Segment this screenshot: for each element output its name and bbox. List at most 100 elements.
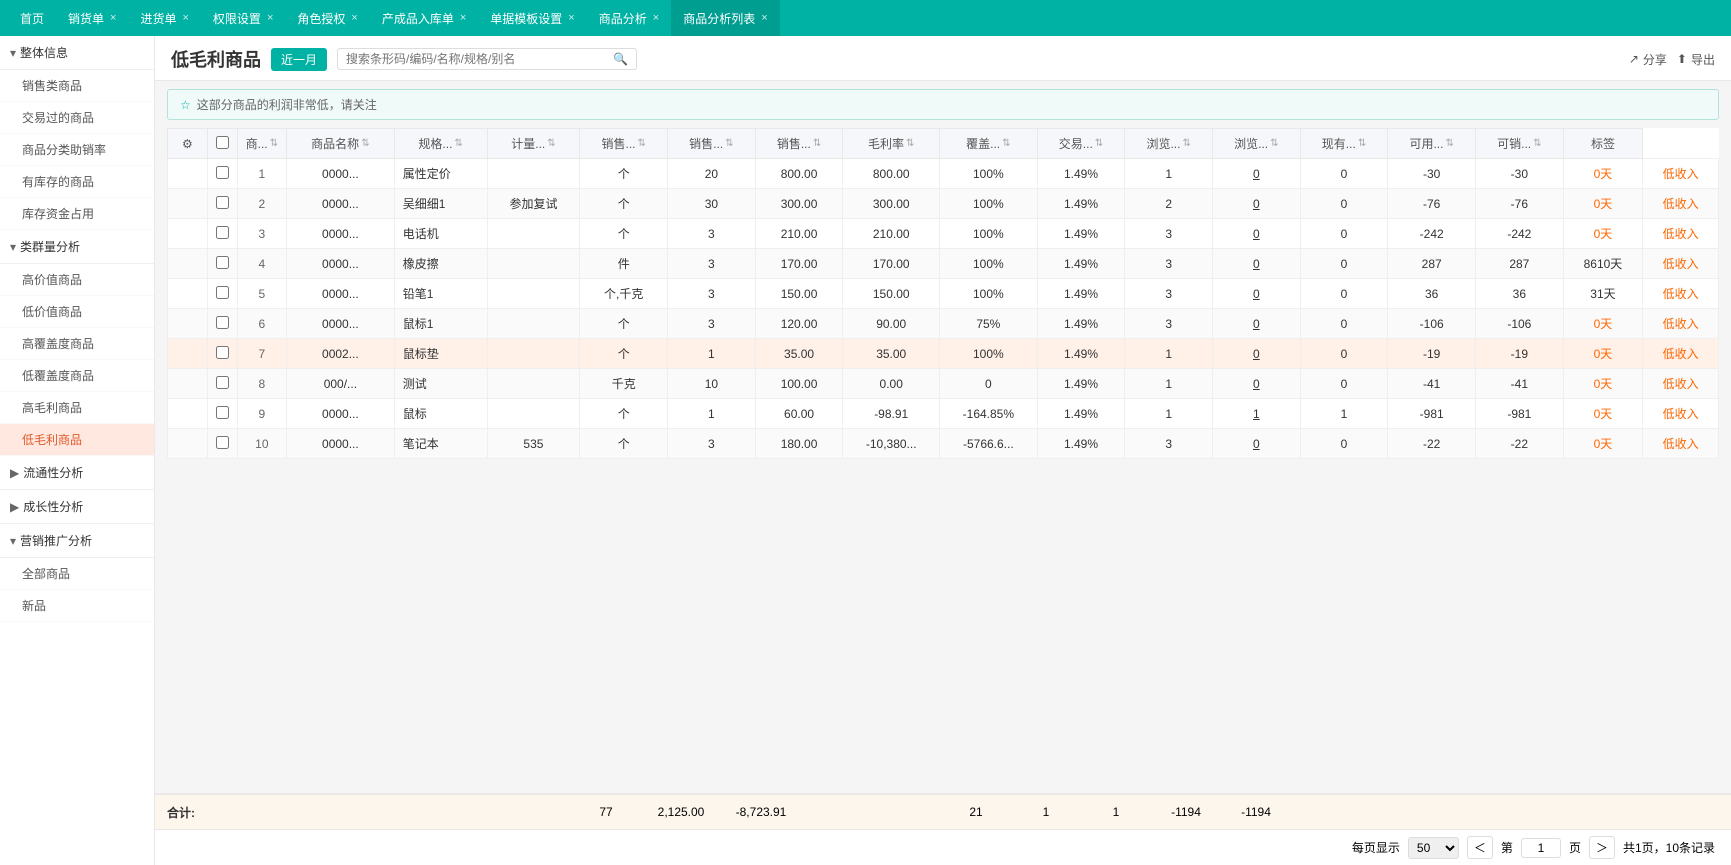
row-tag-0: 低收入 — [1643, 159, 1719, 189]
sidebar-group-overall[interactable]: ▾ 整体信息 — [0, 36, 154, 70]
row-checkbox-0[interactable] — [207, 159, 237, 189]
row-browse1-4[interactable]: 0 — [1213, 279, 1301, 309]
sidebar-item-traded-products[interactable]: 交易过的商品 — [0, 102, 154, 134]
search-icon[interactable]: 🔍 — [613, 52, 628, 66]
row-name-5[interactable]: 鼠标1 — [394, 309, 487, 339]
row-checkbox-2[interactable] — [207, 219, 237, 249]
sidebar-item-high-coverage[interactable]: 高覆盖度商品 — [0, 328, 154, 360]
sidebar-item-low-value[interactable]: 低价值商品 — [0, 296, 154, 328]
row-checkbox-8[interactable] — [207, 399, 237, 429]
nav-home[interactable]: 首页 — [8, 0, 56, 36]
th-tag[interactable]: 标签 — [1563, 129, 1643, 159]
row-name-9[interactable]: 笔记本 — [394, 429, 487, 459]
th-browse1[interactable]: 浏览...⇅ — [1125, 129, 1213, 159]
row-browse1-9[interactable]: 0 — [1213, 429, 1301, 459]
th-settings[interactable]: ⚙ — [168, 129, 208, 159]
row-name-0[interactable]: 属性定价 — [394, 159, 487, 189]
page-size-select[interactable]: 50 100 200 — [1408, 837, 1459, 859]
close-product-analysis-list[interactable]: × — [761, 12, 767, 24]
nav-sales-order[interactable]: 销货单 × — [56, 0, 128, 36]
close-product-analysis[interactable]: × — [653, 12, 659, 24]
row-checkbox-4[interactable] — [207, 279, 237, 309]
row-browse1-0[interactable]: 0 — [1213, 159, 1301, 189]
sidebar-item-low-margin[interactable]: 低毛利商品 — [0, 424, 154, 456]
row-browse1-3[interactable]: 0 — [1213, 249, 1301, 279]
nav-product-entry[interactable]: 产成品入库单 × — [370, 0, 478, 36]
th-checkbox[interactable] — [207, 129, 237, 159]
th-sales-qty[interactable]: 销售...⇅ — [580, 129, 668, 159]
th-current-stock[interactable]: 现有...⇅ — [1300, 129, 1388, 159]
sidebar-group-marketing[interactable]: ▾ 营销推广分析 — [0, 524, 154, 558]
row-browse1-6[interactable]: 0 — [1213, 339, 1301, 369]
close-template-settings[interactable]: × — [568, 12, 574, 24]
th-sales-price[interactable]: 销售...⇅ — [668, 129, 756, 159]
nav-product-analysis-list[interactable]: 商品分析列表 × — [671, 0, 779, 36]
th-spec[interactable]: 规格...⇅ — [394, 129, 487, 159]
sidebar-group-growth[interactable]: ▶ 成长性分析 — [0, 490, 154, 524]
th-name[interactable]: 商品名称⇅ — [287, 129, 395, 159]
search-input[interactable] — [346, 52, 613, 66]
row-checkbox-3[interactable] — [207, 249, 237, 279]
row-name-3[interactable]: 橡皮擦 — [394, 249, 487, 279]
th-transaction[interactable]: 交易...⇅ — [1037, 129, 1125, 159]
close-purchase-order[interactable]: × — [182, 12, 188, 24]
row-checkbox-9[interactable] — [207, 429, 237, 459]
row-sales-qty-9: 3 — [668, 429, 756, 459]
th-gross-margin[interactable]: 毛利率⇅ — [843, 129, 940, 159]
th-unit[interactable]: 计量...⇅ — [487, 129, 580, 159]
footer-browse2: 1 — [1081, 805, 1151, 819]
select-all-checkbox[interactable] — [216, 136, 229, 149]
sidebar-group-cluster[interactable]: ▾ 类群量分析 — [0, 230, 154, 264]
row-browse1-7[interactable]: 0 — [1213, 369, 1301, 399]
th-sellable[interactable]: 可销...⇅ — [1476, 129, 1564, 159]
row-checkbox-1[interactable] — [207, 189, 237, 219]
th-coverage[interactable]: 覆盖...⇅ — [940, 129, 1038, 159]
th-sales-amount[interactable]: 销售...⇅ — [755, 129, 843, 159]
sidebar-item-new-products[interactable]: 新品 — [0, 590, 154, 622]
prev-page-button[interactable]: ＜ — [1467, 836, 1493, 859]
row-name-4[interactable]: 铅笔1 — [394, 279, 487, 309]
nav-product-analysis[interactable]: 商品分析 × — [587, 0, 671, 36]
date-filter-button[interactable]: 近一月 — [271, 48, 327, 71]
sidebar-item-low-coverage[interactable]: 低覆盖度商品 — [0, 360, 154, 392]
footer-browse1: 1 — [1011, 805, 1081, 819]
row-checkbox-5[interactable] — [207, 309, 237, 339]
nav-permissions[interactable]: 权限设置 × — [201, 0, 285, 36]
sidebar-item-category-rate[interactable]: 商品分类助销率 — [0, 134, 154, 166]
next-page-button[interactable]: ＞ — [1589, 836, 1615, 859]
row-name-2[interactable]: 电话机 — [394, 219, 487, 249]
sidebar-item-high-margin[interactable]: 高毛利商品 — [0, 392, 154, 424]
row-checkbox-7[interactable] — [207, 369, 237, 399]
row-browse1-2[interactable]: 0 — [1213, 219, 1301, 249]
table-container[interactable]: ⚙ 商...⇅ 商品名称⇅ 规格...⇅ 计量...⇅ 销售...⇅ 销售...… — [167, 128, 1719, 793]
nav-template-settings[interactable]: 单据模板设置 × — [478, 0, 586, 36]
close-sales-order[interactable]: × — [110, 12, 116, 24]
close-product-entry[interactable]: × — [460, 12, 466, 24]
close-role-auth[interactable]: × — [351, 12, 357, 24]
sidebar-item-all-products[interactable]: 全部商品 — [0, 558, 154, 590]
sidebar-item-sales-products[interactable]: 销售类商品 — [0, 70, 154, 102]
close-permissions[interactable]: × — [267, 12, 273, 24]
sidebar: ▾ 整体信息 销售类商品 交易过的商品 商品分类助销率 有库存的商品 库存资金占… — [0, 36, 155, 865]
row-browse1-1[interactable]: 0 — [1213, 189, 1301, 219]
row-name-6[interactable]: 鼠标垫 — [394, 339, 487, 369]
row-browse1-8[interactable]: 1 — [1213, 399, 1301, 429]
row-browse1-5[interactable]: 0 — [1213, 309, 1301, 339]
sidebar-item-capital-usage[interactable]: 库存资金占用 — [0, 198, 154, 230]
sidebar-item-high-value[interactable]: 高价值商品 — [0, 264, 154, 296]
th-browse2[interactable]: 浏览...⇅ — [1213, 129, 1301, 159]
th-available[interactable]: 可用...⇅ — [1388, 129, 1476, 159]
sidebar-item-in-stock[interactable]: 有库存的商品 — [0, 166, 154, 198]
row-sales-price-5: 120.00 — [755, 309, 843, 339]
sidebar-group-circulation[interactable]: ▶ 流通性分析 — [0, 456, 154, 490]
share-button[interactable]: ↗ 分享 — [1629, 51, 1667, 68]
nav-role-auth[interactable]: 角色授权 × — [285, 0, 369, 36]
export-button[interactable]: ⬆ 导出 — [1677, 51, 1715, 68]
row-name-1[interactable]: 吴细细1 — [394, 189, 487, 219]
row-name-8[interactable]: 鼠标 — [394, 399, 487, 429]
row-name-7[interactable]: 测试 — [394, 369, 487, 399]
th-code[interactable]: 商...⇅ — [237, 129, 286, 159]
nav-purchase-order[interactable]: 进货单 × — [128, 0, 200, 36]
page-number-input[interactable] — [1521, 838, 1561, 858]
row-checkbox-6[interactable] — [207, 339, 237, 369]
